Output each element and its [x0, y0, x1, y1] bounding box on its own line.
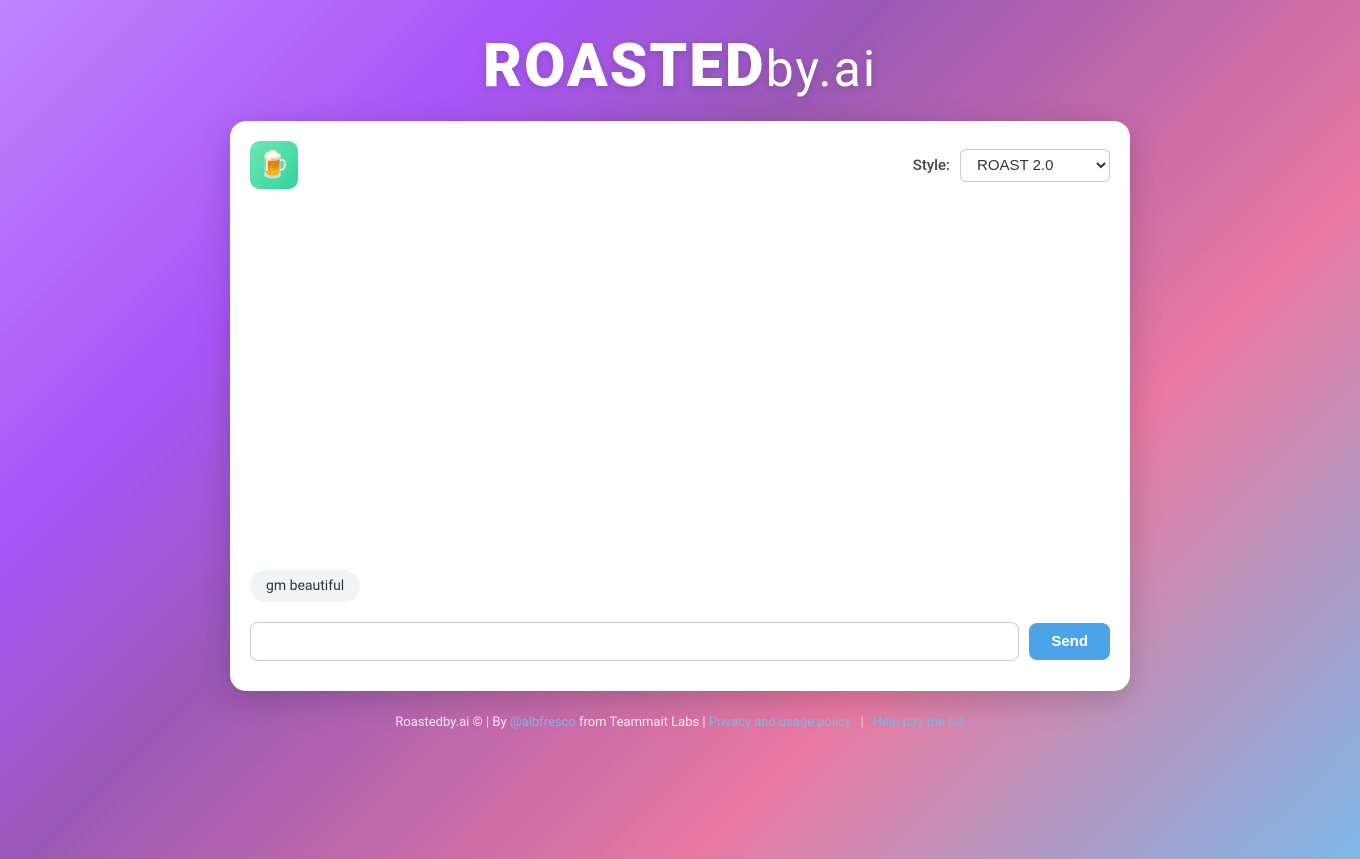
main-card: 🍺 Style: ROAST 2.0 ROAST 1.0 GENTLE BRUT… — [230, 121, 1130, 691]
style-select[interactable]: ROAST 2.0 ROAST 1.0 GENTLE BRUTAL — [960, 149, 1110, 182]
suggestion-chip[interactable]: gm beautiful — [250, 570, 360, 602]
chat-area: gm beautiful Send — [250, 199, 1110, 671]
title-main: ROASTED — [483, 30, 766, 101]
send-button[interactable]: Send — [1029, 623, 1110, 660]
site-title: ROASTEDby.ai — [483, 30, 877, 101]
footer: Roastedby.ai © | By @albfresco from Team… — [395, 715, 964, 730]
footer-bill-link[interactable]: Help pay the bill — [873, 715, 965, 730]
style-selector: Style: ROAST 2.0 ROAST 1.0 GENTLE BRUTAL — [913, 149, 1110, 182]
footer-from-text: from Teammait Labs | — [579, 715, 706, 730]
footer-sep: | — [860, 715, 863, 730]
footer-copyright: Roastedby.ai © | By — [395, 715, 506, 730]
chat-input[interactable] — [250, 622, 1019, 661]
input-row: Send — [250, 622, 1110, 661]
title-suffix: by.ai — [766, 41, 877, 99]
logo-icon: 🍺 — [250, 141, 298, 189]
logo-emoji: 🍺 — [258, 150, 290, 180]
footer-privacy-link[interactable]: Privacy and usage policy — [709, 715, 851, 730]
page-header: ROASTEDby.ai — [483, 30, 877, 101]
card-header: 🍺 Style: ROAST 2.0 ROAST 1.0 GENTLE BRUT… — [250, 141, 1110, 189]
footer-author-link[interactable]: @albfresco — [510, 715, 576, 730]
style-label: Style: — [913, 156, 950, 174]
